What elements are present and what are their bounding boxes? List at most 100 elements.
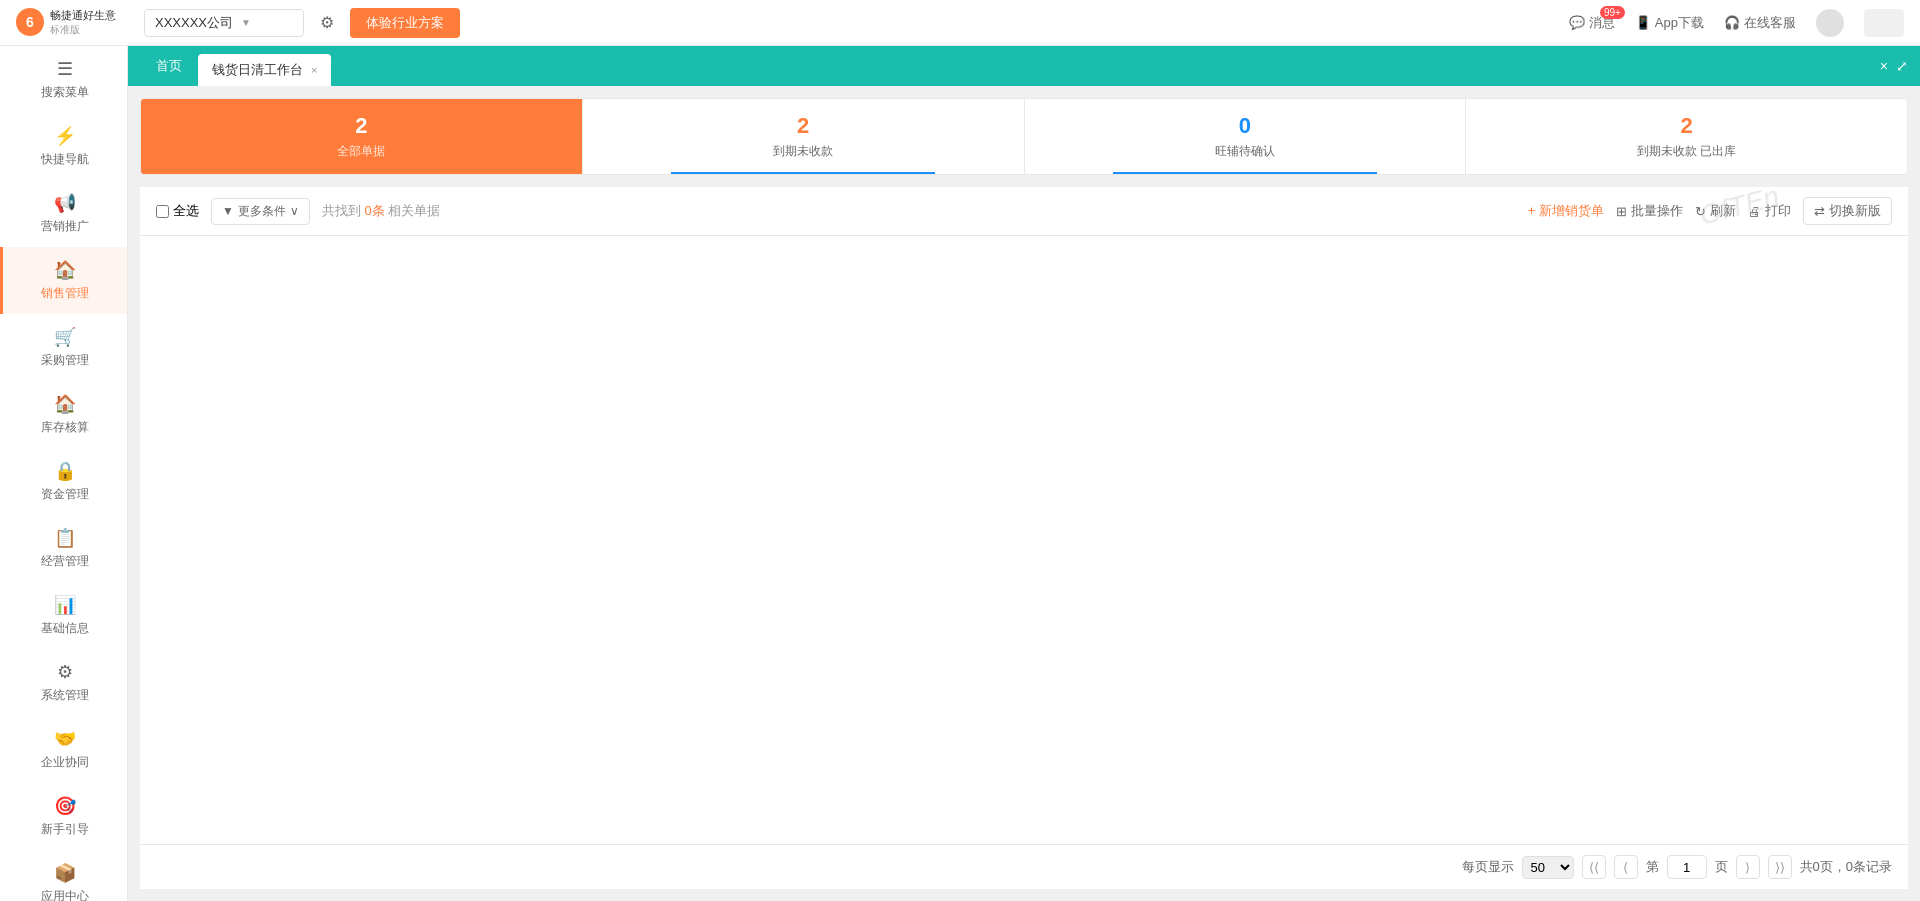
filter-label: 更多条件 bbox=[238, 203, 286, 220]
appcenter-icon: 📦 bbox=[54, 862, 76, 884]
main-content: 首页 钱货日清工作台 × × ⤢ 2 全部单据 2 到期未收款 bbox=[128, 46, 1920, 901]
pagination: 每页显示 50 100 200 ⟨⟨ ⟨ 第 1 页 ⟩ ⟩⟩ 共0页，0条记录 bbox=[140, 844, 1908, 889]
sidebar-item-purchase[interactable]: 🛒 采购管理 bbox=[0, 314, 127, 381]
refresh-button[interactable]: ↻ 刷新 bbox=[1695, 202, 1736, 220]
sidebar-label-purchase: 采购管理 bbox=[41, 352, 89, 369]
stat-card-overdue-shipped[interactable]: 2 到期未收款 已出库 bbox=[1466, 99, 1907, 174]
batch-label: 批量操作 bbox=[1631, 202, 1683, 220]
tab-active[interactable]: 钱货日清工作台 × bbox=[198, 54, 331, 86]
sales-icon: 🏠 bbox=[54, 259, 76, 281]
tab-minimize-icon[interactable]: × bbox=[1880, 58, 1888, 74]
tab-bar: 首页 钱货日清工作台 × × ⤢ bbox=[128, 46, 1920, 86]
app-download[interactable]: 📱 App下载 bbox=[1635, 14, 1704, 32]
sidebar-label-basicinfo: 基础信息 bbox=[41, 620, 89, 637]
filter-chevron: ∨ bbox=[290, 204, 299, 218]
prev-page-button[interactable]: ⟨ bbox=[1614, 855, 1638, 879]
avatar[interactable] bbox=[1816, 9, 1844, 37]
sidebar-label-quicknav: 快捷导航 bbox=[41, 151, 89, 168]
sidebar-item-finance[interactable]: 🔒 资金管理 bbox=[0, 448, 127, 515]
switch-version-button[interactable]: ⇄ 切换新版 bbox=[1803, 197, 1892, 225]
content-area: 2 全部单据 2 到期未收款 0 旺辅待确认 2 到期未收款 已出库 bbox=[128, 86, 1920, 901]
tab-maximize-icon[interactable]: ⤢ bbox=[1896, 58, 1908, 74]
sidebar-label-system: 系统管理 bbox=[41, 687, 89, 704]
settings-icon[interactable]: ⚙ bbox=[320, 13, 334, 32]
select-all-label: 全选 bbox=[173, 202, 199, 220]
sidebar-item-inventory[interactable]: 🏠 库存核算 bbox=[0, 381, 127, 448]
main-layout: ☰ 搜索菜单 ⚡ 快捷导航 📢 营销推广 🏠 销售管理 🛒 采购管理 🏠 库存核… bbox=[0, 46, 1920, 901]
sidebar-label-inventory: 库存核算 bbox=[41, 419, 89, 436]
online-service[interactable]: 🎧 在线客服 bbox=[1724, 14, 1796, 32]
sidebar-item-marketing[interactable]: 📢 营销推广 bbox=[0, 180, 127, 247]
sidebar-label-enterprise: 企业协同 bbox=[41, 754, 89, 771]
stat-card-pending[interactable]: 0 旺辅待确认 bbox=[1025, 99, 1467, 174]
sidebar-item-sales[interactable]: 🏠 销售管理 bbox=[0, 247, 127, 314]
logo-line2: 标准版 bbox=[50, 23, 116, 37]
page-input[interactable]: 1 bbox=[1667, 855, 1707, 879]
switch-icon: ⇄ bbox=[1814, 204, 1825, 219]
batch-icon: ⊞ bbox=[1616, 204, 1627, 219]
trial-button[interactable]: 体验行业方案 bbox=[350, 8, 460, 38]
sidebar-item-enterprise[interactable]: 🤝 企业协同 bbox=[0, 716, 127, 783]
sidebar-label-finance: 资金管理 bbox=[41, 486, 89, 503]
sidebar-item-basicinfo[interactable]: 📊 基础信息 bbox=[0, 582, 127, 649]
company-selector[interactable]: XXXXXX公司 ▼ bbox=[144, 9, 304, 37]
page-label2: 页 bbox=[1715, 858, 1728, 876]
print-button[interactable]: 🖨 打印 bbox=[1748, 202, 1791, 220]
marketing-icon: 📢 bbox=[54, 192, 76, 214]
stats-cards: 2 全部单据 2 到期未收款 0 旺辅待确认 2 到期未收款 已出库 bbox=[140, 98, 1908, 175]
search-menu-icon: ☰ bbox=[57, 58, 73, 80]
stat-card-overdue[interactable]: 2 到期未收款 bbox=[583, 99, 1025, 174]
select-all-checkbox[interactable]: 全选 bbox=[156, 202, 199, 220]
batch-operation-button[interactable]: ⊞ 批量操作 bbox=[1616, 202, 1683, 220]
last-page-button[interactable]: ⟩⟩ bbox=[1768, 855, 1792, 879]
sidebar-item-system[interactable]: ⚙ 系统管理 bbox=[0, 649, 127, 716]
total-info: 共0页，0条记录 bbox=[1800, 858, 1892, 876]
found-suffix: 相关单据 bbox=[388, 203, 440, 218]
tab-close-icon[interactable]: × bbox=[311, 64, 317, 76]
sidebar-item-operations[interactable]: 📋 经营管理 bbox=[0, 515, 127, 582]
top-bar: 6 畅捷通好生意 标准版 XXXXXX公司 ▼ ⚙ 体验行业方案 💬 消息 99… bbox=[0, 0, 1920, 46]
next-page-button[interactable]: ⟩ bbox=[1736, 855, 1760, 879]
found-prefix: 共找到 bbox=[322, 203, 361, 218]
filter-icon: ▼ bbox=[222, 204, 234, 218]
stat-underline-pending bbox=[1113, 172, 1377, 174]
filter-button[interactable]: ▼ 更多条件 ∨ bbox=[211, 198, 310, 225]
select-all-input[interactable] bbox=[156, 205, 169, 218]
service-icon: 🎧 bbox=[1724, 15, 1740, 30]
stat-count-overdue: 2 bbox=[603, 113, 1004, 139]
per-page-select[interactable]: 50 100 200 bbox=[1522, 856, 1574, 879]
stat-count-pending: 0 bbox=[1045, 113, 1446, 139]
quicknav-icon: ⚡ bbox=[54, 125, 76, 147]
stat-count-all: 2 bbox=[161, 113, 562, 139]
first-page-button[interactable]: ⟨⟨ bbox=[1582, 855, 1606, 879]
stat-label-overdue: 到期未收款 bbox=[603, 143, 1004, 160]
app-download-icon: 📱 bbox=[1635, 15, 1651, 30]
sidebar: ☰ 搜索菜单 ⚡ 快捷导航 📢 营销推广 🏠 销售管理 🛒 采购管理 🏠 库存核… bbox=[0, 46, 128, 901]
logo-area: 6 畅捷通好生意 标准版 bbox=[16, 8, 144, 36]
company-dropdown-arrow: ▼ bbox=[241, 17, 251, 28]
sidebar-label-operations: 经营管理 bbox=[41, 553, 89, 570]
add-sale-order-button[interactable]: + 新增销货单 bbox=[1528, 202, 1604, 220]
message-badge: 99+ bbox=[1600, 6, 1625, 19]
table-area bbox=[140, 236, 1908, 844]
logo-text-area: 畅捷通好生意 标准版 bbox=[50, 8, 116, 36]
sidebar-item-guide[interactable]: 🎯 新手引导 bbox=[0, 783, 127, 850]
sidebar-item-search[interactable]: ☰ 搜索菜单 bbox=[0, 46, 127, 113]
user-name-area[interactable] bbox=[1864, 9, 1904, 37]
stat-label-pending: 旺辅待确认 bbox=[1045, 143, 1446, 160]
refresh-label: 刷新 bbox=[1710, 202, 1736, 220]
stat-count-overdue-shipped: 2 bbox=[1486, 113, 1887, 139]
sidebar-item-quicknav[interactable]: ⚡ 快捷导航 bbox=[0, 113, 127, 180]
list-toolbar: 全选 ▼ 更多条件 ∨ 共找到 0条 相关单据 + 新增销货单 ⊞ 批量操作 bbox=[140, 187, 1908, 236]
system-icon: ⚙ bbox=[57, 661, 73, 683]
guide-icon: 🎯 bbox=[54, 795, 76, 817]
message-area[interactable]: 💬 消息 99+ bbox=[1569, 14, 1615, 32]
tab-home[interactable]: 首页 bbox=[140, 46, 198, 86]
switch-label: 切换新版 bbox=[1829, 202, 1881, 220]
purchase-icon: 🛒 bbox=[54, 326, 76, 348]
refresh-icon: ↻ bbox=[1695, 204, 1706, 219]
sidebar-item-appcenter[interactable]: 📦 应用中心 bbox=[0, 850, 127, 901]
stat-card-all[interactable]: 2 全部单据 bbox=[141, 99, 583, 174]
logo-icon: 6 bbox=[16, 8, 44, 36]
sidebar-label-guide: 新手引导 bbox=[41, 821, 89, 838]
